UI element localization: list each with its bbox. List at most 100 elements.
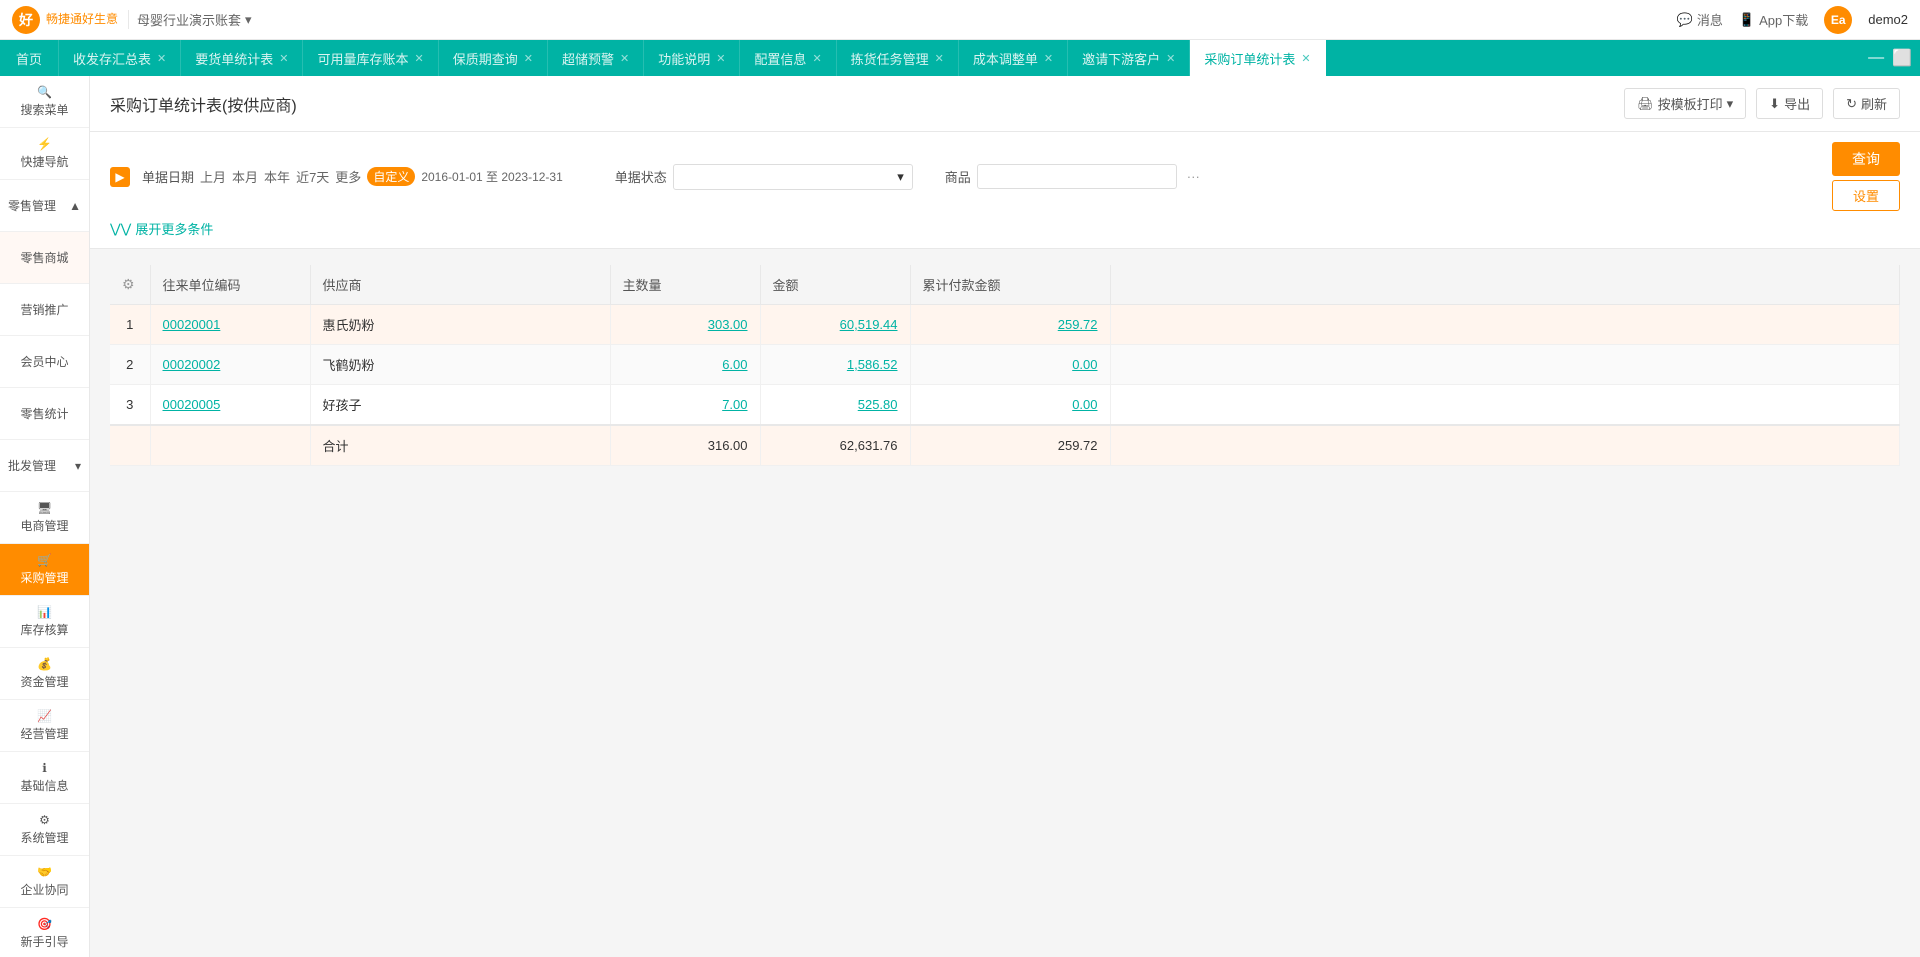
tab-keyongliang[interactable]: 可用量库存账本 ✕: [303, 40, 438, 76]
sidebar-label-members: 会员中心: [20, 353, 68, 370]
sidebar-item-finance[interactable]: 💰 资金管理: [0, 648, 89, 700]
maximize-icon[interactable]: ⬜: [1892, 48, 1912, 68]
col-header-code: 往来单位编码: [150, 265, 310, 305]
sidebar-item-purchase[interactable]: 🛒 采购管理: [0, 544, 89, 596]
close-icon[interactable]: ✕: [812, 52, 821, 65]
sidebar-item-retail-shop[interactable]: 零售商城: [0, 232, 89, 284]
qty-link-1[interactable]: 6.00: [722, 357, 747, 372]
row-code-0: 00020001: [150, 305, 310, 345]
paid-link-0[interactable]: 259.72: [1058, 317, 1098, 332]
chevron-down-icon: ▾: [897, 169, 904, 185]
sidebar-item-ecommerce[interactable]: 🖥 电商管理: [0, 492, 89, 544]
footer-label-cell: 合计: [310, 425, 610, 466]
tab-home[interactable]: 首页: [0, 40, 59, 76]
sidebar-item-inventory[interactable]: 📊 库存核算: [0, 596, 89, 648]
app-download-label: App下载: [1759, 10, 1808, 29]
close-icon[interactable]: ✕: [279, 52, 288, 65]
top-bar-left: 好 畅捷通好生意 母婴行业演示账套 ▾: [12, 6, 260, 34]
close-icon[interactable]: ✕: [1044, 52, 1053, 65]
amount-link-0[interactable]: 60,519.44: [840, 317, 898, 332]
paid-link-1[interactable]: 0.00: [1072, 357, 1097, 372]
close-icon[interactable]: ✕: [415, 52, 424, 65]
export-button[interactable]: ⬇ 导出: [1756, 88, 1823, 119]
sidebar-item-search[interactable]: 🔍 搜索菜单: [0, 76, 89, 128]
shortcut-more[interactable]: 更多: [335, 167, 361, 186]
app-download-action[interactable]: 📱 App下载: [1739, 10, 1808, 29]
close-icon[interactable]: ✕: [620, 52, 629, 65]
logo-icon: 好: [12, 6, 40, 34]
tab-shoufacun[interactable]: 收发存汇总表 ✕: [59, 40, 181, 76]
status-select[interactable]: ▾: [673, 164, 913, 190]
tab-baozhi[interactable]: 保质期查询 ✕: [439, 40, 548, 76]
row-extra-0: [1110, 305, 1900, 345]
toggle-filter-icon[interactable]: ▶: [110, 167, 130, 187]
amount-link-1[interactable]: 1,586.52: [847, 357, 898, 372]
code-link-0[interactable]: 00020001: [163, 317, 221, 332]
top-bar: 好 畅捷通好生意 母婴行业演示账套 ▾ 💬 消息 📱 App下载 Ea demo…: [0, 0, 1920, 40]
query-button[interactable]: 查询: [1832, 142, 1900, 176]
close-icon[interactable]: ✕: [1166, 52, 1175, 65]
sidebar-item-retail-mgmt[interactable]: 零售管理 ▲: [0, 180, 89, 232]
row-supplier-2: 好孩子: [310, 385, 610, 426]
filter-area: ▶ 单据日期 上月 本月 本年 近7天 更多 自定义 2016-01-01 至 …: [90, 132, 1920, 249]
content-area: 采购订单统计表(按供应商) 🖨 按模板打印 ▾ ⬇ 导出 ↻ 刷新: [90, 76, 1920, 957]
custom-badge[interactable]: 自定义: [367, 167, 415, 186]
tab-jianhuo[interactable]: 拣货任务管理 ✕: [837, 40, 959, 76]
close-icon[interactable]: ✕: [935, 52, 944, 65]
footer-setting-cell: [110, 425, 150, 466]
code-link-1[interactable]: 00020002: [163, 357, 221, 372]
goods-more-icon[interactable]: ···: [1187, 169, 1200, 184]
row-paid-2: 0.00: [910, 385, 1110, 426]
system-icon: ⚙: [39, 813, 50, 827]
close-icon[interactable]: ✕: [716, 52, 725, 65]
amount-link-2[interactable]: 525.80: [858, 397, 898, 412]
shortcut-this-year[interactable]: 本年: [264, 167, 290, 186]
sidebar-item-enterprise[interactable]: 🤝 企业协同: [0, 856, 89, 908]
qty-link-0[interactable]: 303.00: [708, 317, 748, 332]
row-index-1: 2: [110, 345, 150, 385]
shortcut-7days[interactable]: 近7天: [296, 167, 329, 186]
tab-gongneng[interactable]: 功能说明 ✕: [644, 40, 740, 76]
tab-chaochuyujing[interactable]: 超储预警 ✕: [548, 40, 644, 76]
row-paid-1: 0.00: [910, 345, 1110, 385]
goods-input[interactable]: [977, 164, 1177, 189]
close-icon[interactable]: ✕: [1301, 52, 1310, 65]
sidebar-item-retail-stats[interactable]: 零售统计: [0, 388, 89, 440]
close-icon[interactable]: ✕: [524, 52, 533, 65]
shortcut-last-month[interactable]: 上月: [200, 167, 226, 186]
sidebar-item-marketing[interactable]: 营销推广: [0, 284, 89, 336]
shortcut-this-month[interactable]: 本月: [232, 167, 258, 186]
company-selector[interactable]: 母婴行业演示账套 ▾: [128, 10, 260, 29]
qty-link-2[interactable]: 7.00: [722, 397, 747, 412]
sidebar-item-operations[interactable]: 📈 经营管理: [0, 700, 89, 752]
logo-text: 畅捷通好生意: [46, 12, 118, 26]
tab-chengben[interactable]: 成本调整单 ✕: [959, 40, 1068, 76]
code-link-2[interactable]: 00020005: [163, 397, 221, 412]
close-icon[interactable]: ✕: [157, 52, 166, 65]
tab-yaoqing[interactable]: 邀请下游客户 ✕: [1068, 40, 1190, 76]
sidebar-item-system[interactable]: ⚙ 系统管理: [0, 804, 89, 856]
sidebar-label-retail: 零售管理: [8, 197, 56, 214]
sidebar-item-wholesale[interactable]: 批发管理 ▾: [0, 440, 89, 492]
sidebar-item-members[interactable]: 会员中心: [0, 336, 89, 388]
sidebar-item-basic-info[interactable]: ℹ 基础信息: [0, 752, 89, 804]
tab-yaohuo[interactable]: 要货单统计表 ✕: [181, 40, 303, 76]
tab-caigou-active[interactable]: 采购订单统计表 ✕: [1190, 40, 1325, 76]
user-avatar[interactable]: Ea: [1824, 6, 1852, 34]
row-supplier-1: 飞鹤奶粉: [310, 345, 610, 385]
filter-date-item: 单据日期 上月 本月 本年 近7天 更多 自定义 2016-01-01 至 20…: [142, 167, 563, 186]
expand-more-btn[interactable]: ⋁⋁ 展开更多条件: [110, 219, 1900, 238]
gear-icon[interactable]: ⚙: [122, 276, 135, 292]
tab-peizhi[interactable]: 配置信息 ✕: [740, 40, 836, 76]
template-print-button[interactable]: 🖨 按模板打印 ▾: [1624, 88, 1746, 119]
expand-label: 展开更多条件: [135, 219, 213, 238]
footer-paid-cell: 259.72: [910, 425, 1110, 466]
sidebar-item-shortcut[interactable]: ⚡ 快捷导航: [0, 128, 89, 180]
message-action[interactable]: 💬 消息: [1677, 10, 1723, 29]
settings-button[interactable]: 设置: [1832, 180, 1900, 211]
paid-link-2[interactable]: 0.00: [1072, 397, 1097, 412]
refresh-button[interactable]: ↻ 刷新: [1833, 88, 1900, 119]
enterprise-icon: 🤝: [37, 865, 52, 879]
sidebar-item-guide[interactable]: 🎯 新手引导: [0, 908, 89, 957]
minimize-icon[interactable]: —: [1868, 49, 1884, 67]
